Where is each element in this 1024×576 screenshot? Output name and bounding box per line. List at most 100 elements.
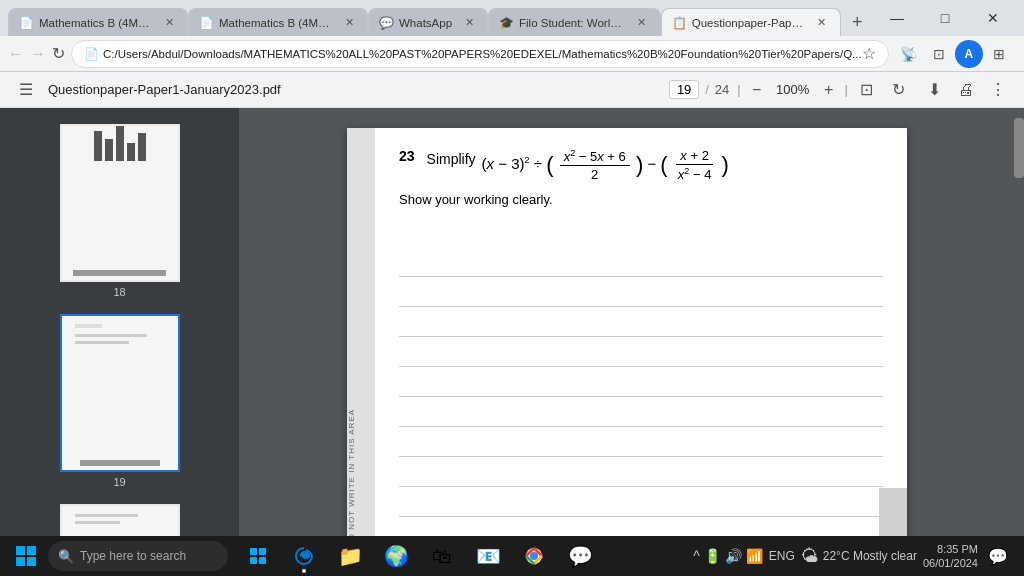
bookmark-icon[interactable]: ☆ xyxy=(862,44,876,63)
tab-filo[interactable]: 🎓 Filo Student: World's <... ✕ xyxy=(488,8,661,36)
tab-close-whatsapp[interactable]: ✕ xyxy=(461,15,477,31)
zoom-out-button[interactable]: − xyxy=(745,78,769,102)
taskview-icon xyxy=(249,547,267,565)
more-options-button[interactable]: ⋮ xyxy=(984,76,1012,104)
whatsapp-pin[interactable]: 💬 xyxy=(558,536,602,576)
fraction2-num: x + 2 xyxy=(676,148,713,165)
close-big-paren2: ) xyxy=(722,152,729,177)
system-tray: ^ 🔋 🔊 📶 xyxy=(693,548,763,564)
close-button[interactable]: ✕ xyxy=(970,0,1016,36)
svg-rect-0 xyxy=(250,548,257,555)
tab-questionpaper[interactable]: 📋 Questionpaper-Paper1-J... ✕ xyxy=(661,8,841,36)
watermark-top: DO NOT WRITE IN THIS AREA xyxy=(347,128,375,576)
scrollbar-thumb[interactable] xyxy=(1014,118,1024,178)
thumbnail-page18[interactable]: 18 xyxy=(0,116,239,306)
thumb-img-19 xyxy=(60,314,180,472)
menu-icon[interactable]: ⋮ xyxy=(1015,40,1024,68)
taskbar-search[interactable]: 🔍 Type here to search xyxy=(48,541,228,571)
expr-x: x xyxy=(487,155,495,172)
wifi-icon[interactable]: 📶 xyxy=(746,548,763,564)
profile-button[interactable]: A xyxy=(955,40,983,68)
thumbnail-page19[interactable]: 19 xyxy=(0,306,239,496)
zoom-in-button[interactable]: + xyxy=(817,78,841,102)
screenshot-icon[interactable]: ⊡ xyxy=(925,40,953,68)
bar4 xyxy=(127,143,135,161)
forward-button[interactable]: → xyxy=(30,40,46,68)
fit-page-button[interactable]: ⊡ xyxy=(852,76,880,104)
maximize-button[interactable]: □ xyxy=(922,0,968,36)
battery-icon[interactable]: 🔋 xyxy=(704,548,721,564)
clock-date: 06/01/2024 xyxy=(923,556,978,570)
clock-time: 8:35 PM xyxy=(923,542,978,556)
open-big-paren2: ( xyxy=(660,152,667,177)
back-button[interactable]: ← xyxy=(8,40,24,68)
chrome-icon xyxy=(524,546,544,566)
notification-button[interactable]: 💬 xyxy=(984,536,1012,576)
start-button[interactable] xyxy=(4,536,48,576)
main-content: 18 19 xyxy=(0,108,1024,576)
edge-browser-pin[interactable] xyxy=(282,536,326,576)
answer-line-2 xyxy=(399,277,883,307)
answer-area xyxy=(399,247,883,576)
weather-widget[interactable]: 🌤 22°C Mostly clear xyxy=(801,546,917,567)
pdf-page: DO NOT WRITE IN THIS AREA 23 Simplify (x… xyxy=(347,128,907,576)
thumb-inner-18 xyxy=(62,126,178,280)
page-separator: / xyxy=(705,82,709,97)
tab-favicon-filo: 🎓 xyxy=(499,16,513,30)
reload-button[interactable]: ↻ xyxy=(52,40,65,68)
new-tab-button[interactable]: + xyxy=(845,8,870,36)
tab-close-math2[interactable]: ✕ xyxy=(341,15,357,31)
address-input[interactable]: 📄 C:/Users/Abdul/Downloads/MATHEMATICS%2… xyxy=(71,40,889,68)
file-protocol-icon: 📄 xyxy=(84,47,99,61)
tl2 xyxy=(75,334,147,337)
bar3 xyxy=(116,126,124,161)
tab-math2[interactable]: 📄 Mathematics B (4MB1) P... ✕ xyxy=(188,8,368,36)
expr-sq: 2 xyxy=(525,155,530,165)
page-number-input[interactable] xyxy=(669,80,699,99)
tab-close-math1[interactable]: ✕ xyxy=(161,15,177,31)
tab-close-filo[interactable]: ✕ xyxy=(634,15,650,31)
minimize-button[interactable]: — xyxy=(874,0,920,36)
download-button[interactable]: ⬇ xyxy=(920,76,948,104)
tab-math1[interactable]: 📄 Mathematics B (4MB1) P... ✕ xyxy=(8,8,188,36)
cast-icon[interactable]: 📡 xyxy=(895,40,923,68)
windows-logo-icon xyxy=(16,546,36,566)
rotate-button[interactable]: ↻ xyxy=(884,76,912,104)
print-button[interactable]: 🖨 xyxy=(952,76,980,104)
thumb-lines-20 xyxy=(75,514,165,528)
question-23: 23 Simplify (x − 3)2 ÷ ( x2 − 5x + 6 2 ) xyxy=(399,148,883,182)
question-intro: Simplify xyxy=(427,148,476,170)
clock-widget[interactable]: 8:35 PM 06/01/2024 xyxy=(923,542,978,571)
show-working-text: Show your working clearly. xyxy=(399,192,883,207)
answer-line-3 xyxy=(399,307,883,337)
pdf-viewer-area[interactable]: DO NOT WRITE IN THIS AREA 23 Simplify (x… xyxy=(240,108,1014,576)
mail-pin[interactable]: 📧 xyxy=(466,536,510,576)
cortana-pin[interactable]: 🌍 xyxy=(374,536,418,576)
fraction1-num: x2 − 5x + 6 xyxy=(560,148,630,166)
toolbar-separator2: | xyxy=(845,82,848,97)
store-pin[interactable]: 🛍 xyxy=(420,536,464,576)
tab-whatsapp[interactable]: 💬 WhatsApp ✕ xyxy=(368,8,488,36)
chevron-icon[interactable]: ^ xyxy=(693,548,700,564)
taskview-button[interactable] xyxy=(236,536,280,576)
answer-line-9 xyxy=(399,487,883,517)
thumb-footer-19 xyxy=(80,460,160,466)
edge-icon xyxy=(294,546,314,566)
close-big-paren1: ) xyxy=(636,152,643,177)
toolbar-right-actions: ⬇ 🖨 ⋮ xyxy=(920,76,1012,104)
file-explorer-pin[interactable]: 📁 xyxy=(328,536,372,576)
expr-minus: − xyxy=(647,155,660,172)
taskbar-right: ^ 🔋 🔊 📶 ENG 🌤 22°C Mostly clear 8:35 PM … xyxy=(693,536,1020,576)
sidebar-toggle-button[interactable]: ☰ xyxy=(12,76,40,104)
zoom-control: | − 100% + | ⊡ ↻ xyxy=(737,76,912,104)
tab-close-qp[interactable]: ✕ xyxy=(814,15,830,31)
pdf-scrollbar[interactable] xyxy=(1014,108,1024,576)
pdf-page-content: 23 Simplify (x − 3)2 ÷ ( x2 − 5x + 6 2 ) xyxy=(375,128,907,576)
chrome-pin[interactable] xyxy=(512,536,556,576)
volume-icon[interactable]: 🔊 xyxy=(725,548,742,564)
svg-rect-2 xyxy=(250,557,257,564)
zoom-value: 100% xyxy=(773,82,813,97)
extensions-icon[interactable]: ⊞ xyxy=(985,40,1013,68)
language-indicator[interactable]: ENG xyxy=(769,549,795,563)
tab-favicon-qp: 📋 xyxy=(672,16,686,30)
